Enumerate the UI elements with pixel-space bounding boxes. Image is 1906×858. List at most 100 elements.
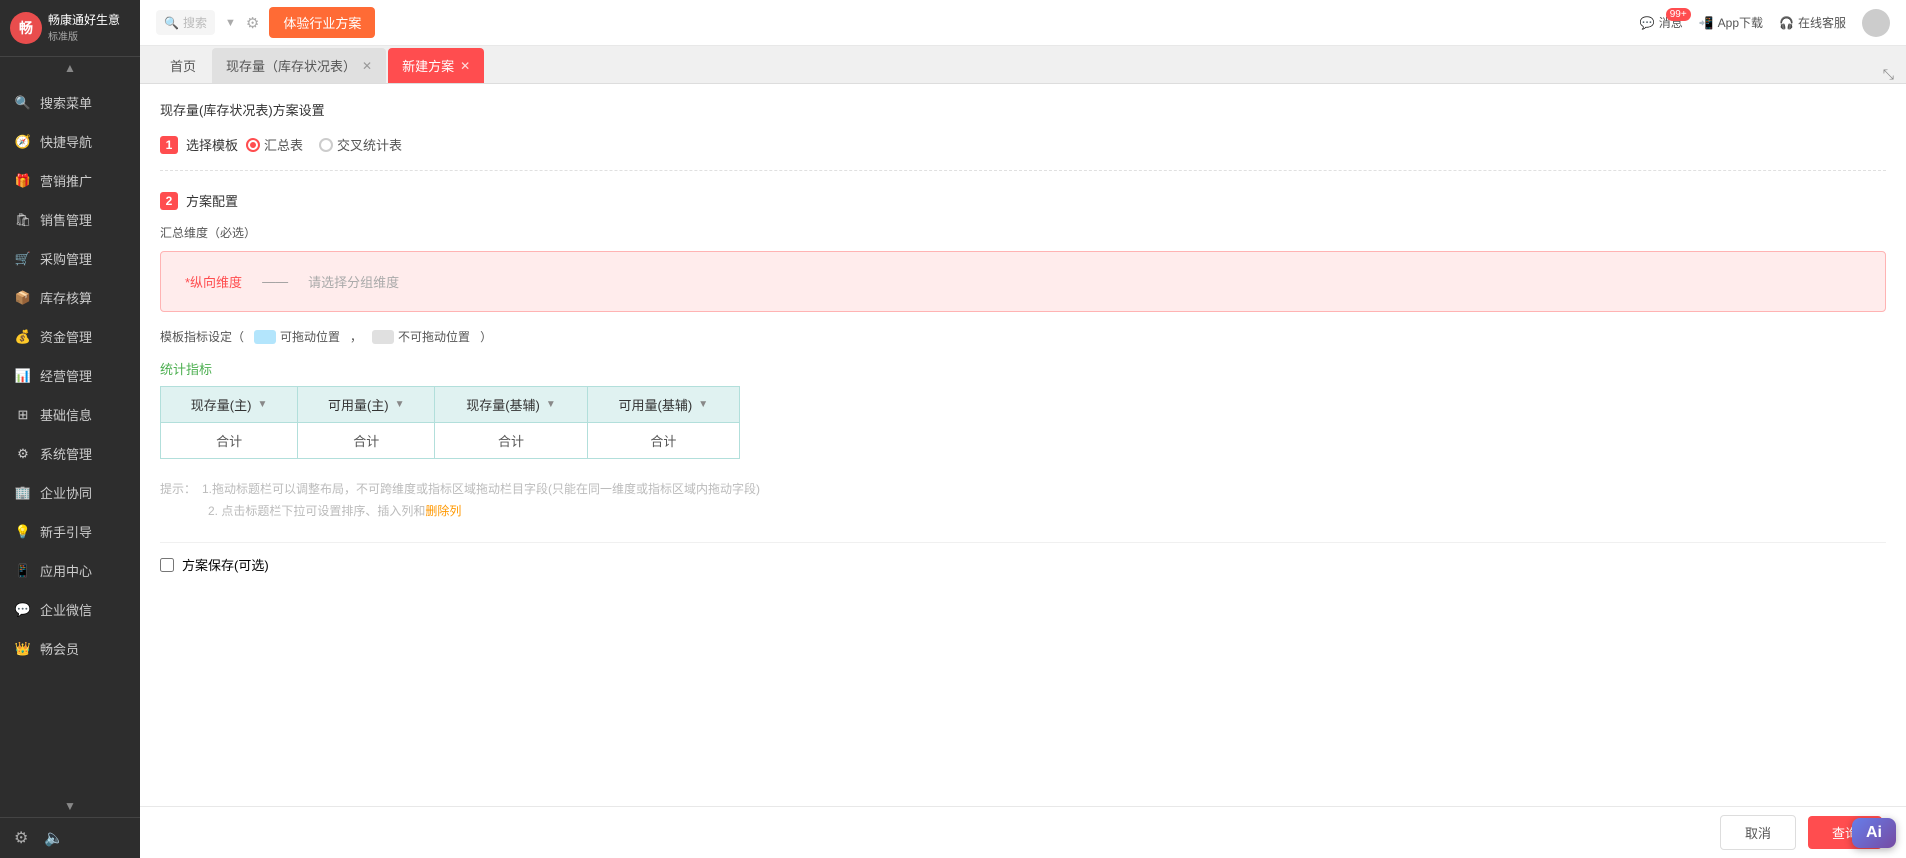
tab-new-scheme-close[interactable]: ✕ — [460, 59, 470, 73]
sidebar-item-label: 企业微信 — [40, 600, 92, 619]
sidebar-item-operations[interactable]: 📊 经营管理 — [0, 356, 140, 395]
tab-collapse-btn[interactable]: ⤡ — [1871, 66, 1906, 83]
sidebar-nav: 🔍 搜索菜单 🧭 快捷导航 🎁 营销推广 🛍 销售管理 🛒 采购管理 📦 库存核… — [0, 79, 140, 795]
settings-top-icon[interactable]: ⚙ — [246, 14, 259, 32]
message-button[interactable]: 💬 消息 99+ — [1640, 14, 1683, 31]
app-download-label: App下载 — [1718, 14, 1763, 31]
step1-header: 1 选择模板 汇总表 交叉统计表 — [160, 135, 1886, 154]
tip-highlight: 删除列 — [425, 504, 461, 518]
app-logo-icon: 畅 — [10, 12, 42, 44]
tab-new-scheme[interactable]: 新建方案 ✕ — [388, 48, 484, 83]
sidebar-item-inventory[interactable]: 📦 库存核算 — [0, 278, 140, 317]
app-name: 畅康通好生意 — [48, 13, 120, 29]
sidebar-footer: ⚙ 🔈 — [0, 817, 140, 858]
sidebar-item-label: 快捷导航 — [40, 132, 92, 151]
cell-3: 合计 — [435, 423, 587, 459]
tab-home-label: 首页 — [170, 56, 196, 75]
col-header-4[interactable]: 可用量(基辅) ▼ — [587, 387, 739, 423]
app-edition: 标准版 — [48, 28, 120, 43]
col-header-3[interactable]: 现存量(基辅) ▼ — [435, 387, 587, 423]
tab-home[interactable]: 首页 — [156, 48, 210, 83]
radio-summary-label: 汇总表 — [264, 135, 303, 154]
sidebar-item-label: 库存核算 — [40, 288, 92, 307]
indicator-fixed-item: 不可拖动位置 — [372, 328, 470, 345]
dropdown-icon[interactable]: ▼ — [225, 17, 236, 29]
stats-table: 现存量(主) ▼ 可用量(主) ▼ — [160, 386, 740, 459]
sidebar-item-newbie[interactable]: 💡 新手引导 — [0, 512, 140, 551]
sidebar-item-label: 搜索菜单 — [40, 93, 92, 112]
col-header-1[interactable]: 现存量(主) ▼ — [161, 387, 298, 423]
industry-plan-button[interactable]: 体验行业方案 — [269, 7, 375, 38]
ai-badge[interactable]: Ai — [1852, 818, 1896, 848]
sidebar-item-sales[interactable]: 🛍 销售管理 — [0, 200, 140, 239]
enterprise-icon: 🏢 — [14, 484, 32, 502]
radio-cross[interactable]: 交叉统计表 — [319, 135, 402, 154]
indicator-separator: ， — [350, 328, 362, 345]
radio-summary[interactable]: 汇总表 — [246, 135, 303, 154]
wallet-icon: 💰 — [14, 328, 32, 346]
sidebar-item-purchase[interactable]: 🛒 采购管理 — [0, 239, 140, 278]
save-checkbox[interactable] — [160, 558, 174, 572]
cell-1: 合计 — [161, 423, 298, 459]
table-row: 合计 合计 合计 合计 — [161, 423, 740, 459]
step2-badge: 2 — [160, 192, 178, 210]
fixed-box — [372, 330, 394, 344]
col-4-label: 可用量(基辅) — [619, 395, 693, 414]
sidebar-item-label: 企业协同 — [40, 483, 92, 502]
app-name-block: 畅康通好生意 标准版 — [48, 13, 120, 44]
sidebar-scroll-down[interactable]: ▼ — [0, 795, 140, 817]
sidebar-item-member[interactable]: 👑 畅会员 — [0, 629, 140, 668]
tip-1: 提示： 1.拖动标题栏可以调整布局，不可跨维度或指标区域拖动栏目字段(只能在同一… — [160, 479, 1886, 501]
sidebar-item-label: 销售管理 — [40, 210, 92, 229]
indicator-label: 模板指标设定（ — [160, 328, 244, 345]
step2-section: 2 方案配置 汇总维度（必选） *纵向维度 —— 请选择分组维度 模板指标设定（… — [160, 191, 1886, 574]
col-3-chevron: ▼ — [546, 399, 556, 410]
sidebar-item-basic[interactable]: ⊞ 基础信息 — [0, 395, 140, 434]
user-avatar[interactable] — [1862, 9, 1890, 37]
step1-badge: 1 — [160, 136, 178, 154]
sidebar-item-enterprise[interactable]: 🏢 企业协同 — [0, 473, 140, 512]
purchase-icon: 🛒 — [14, 250, 32, 268]
sidebar-item-label: 基础信息 — [40, 405, 92, 424]
settings-icon[interactable]: ⚙ — [14, 828, 28, 848]
tab-inventory-label: 现存量（库存状况表） — [226, 56, 356, 75]
step1-divider — [160, 170, 1886, 171]
sidebar-item-label: 经营管理 — [40, 366, 92, 385]
tips-section: 提示： 1.拖动标题栏可以调整布局，不可跨维度或指标区域拖动栏目字段(只能在同一… — [160, 479, 1886, 522]
online-service-label: 在线客服 — [1798, 14, 1846, 31]
app-download-button[interactable]: 📲 App下载 — [1699, 14, 1763, 31]
sidebar-item-system[interactable]: ⚙ 系统管理 — [0, 434, 140, 473]
action-bar: 取消 查询 — [140, 806, 1906, 858]
shopping-icon: 🛍 — [14, 211, 32, 229]
sidebar-item-label: 资金管理 — [40, 327, 92, 346]
sidebar-item-shortcut[interactable]: 🧭 快捷导航 — [0, 122, 140, 161]
apps-icon: 📱 — [14, 562, 32, 580]
page-title: 现存量(库存状况表)方案设置 — [160, 100, 1886, 119]
sidebar-item-search[interactable]: 🔍 搜索菜单 — [0, 83, 140, 122]
sidebar-item-label: 采购管理 — [40, 249, 92, 268]
sidebar-item-wechat[interactable]: 💬 企业微信 — [0, 590, 140, 629]
sidebar-item-finance[interactable]: 💰 资金管理 — [0, 317, 140, 356]
dimension-box[interactable]: *纵向维度 —— 请选择分组维度 — [160, 251, 1886, 312]
topbar-search[interactable]: 🔍 搜索 — [156, 10, 215, 35]
online-service-button[interactable]: 🎧 在线客服 — [1779, 14, 1846, 31]
sidebar-logo: 畅 畅康通好生意 标准版 — [0, 0, 140, 57]
sidebar-item-app-center[interactable]: 📱 应用中心 — [0, 551, 140, 590]
col-1-label: 现存量(主) — [191, 395, 252, 414]
tab-inventory-close[interactable]: ✕ — [362, 59, 372, 73]
save-label: 方案保存(可选) — [182, 555, 269, 574]
search-icon-top: 🔍 — [164, 16, 179, 30]
sound-icon[interactable]: 🔈 — [44, 828, 64, 848]
grid-icon: ⊞ — [14, 406, 32, 424]
tab-inventory[interactable]: 现存量（库存状况表） ✕ — [212, 48, 386, 83]
cancel-button[interactable]: 取消 — [1720, 815, 1796, 850]
fixed-label: 不可拖动位置 — [398, 328, 470, 345]
col-header-2[interactable]: 可用量(主) ▼ — [298, 387, 435, 423]
lightbulb-icon: 💡 — [14, 523, 32, 541]
sidebar-scroll-up[interactable]: ▲ — [0, 57, 140, 79]
sidebar-item-marketing[interactable]: 🎁 营销推广 — [0, 161, 140, 200]
step1-section: 1 选择模板 汇总表 交叉统计表 — [160, 135, 1886, 171]
table-header-row: 现存量(主) ▼ 可用量(主) ▼ — [161, 387, 740, 423]
message-count: 99+ — [1666, 8, 1691, 21]
cell-2: 合计 — [298, 423, 435, 459]
